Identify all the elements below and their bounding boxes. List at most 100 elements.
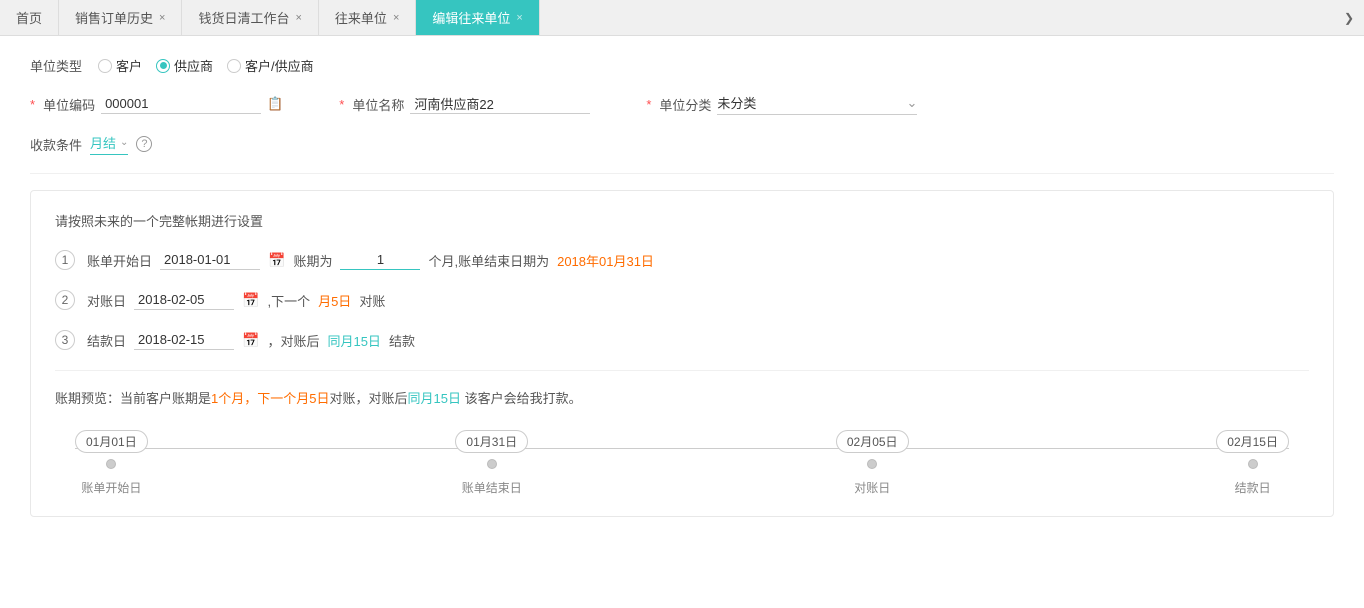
category-dropdown-icon[interactable]: ⌄ [907,95,918,111]
setting-row-3: 3 结款日 📅 ，对账后同月15日 结款 [55,330,1309,350]
preview-mid: 下一个月5日 [257,391,329,406]
radio-customer-circle [98,59,112,73]
card-title: 请按照未来的一个完整帐期进行设置 [55,211,1309,230]
tab-cash-work-close[interactable]: × [295,12,301,24]
timeline-dot-0 [106,459,116,469]
timeline-items: 01月01日 账单开始日 01月31日 账单结束日 02月05日 对账日 02月… [75,430,1289,496]
unit-code-input[interactable] [101,94,261,114]
tab-arrow[interactable]: ❯ [1334,0,1364,35]
timeline-pill-3: 02月15日 [1216,430,1289,453]
tab-edit-partner-label: 编辑往来单位 [432,8,510,27]
tab-edit-partner-close[interactable]: × [516,12,522,24]
tab-home[interactable]: 首页 [0,0,59,35]
tab-cash-work[interactable]: 钱货日清工作台 × [182,0,318,35]
divider [30,173,1334,174]
tab-sales-history-close[interactable]: × [159,12,165,24]
row1-period-input[interactable] [340,250,420,270]
tab-bar: 首页 销售订单历史 × 钱货日清工作台 × 往来单位 × 编辑往来单位 × ❯ [0,0,1364,36]
help-icon[interactable]: ? [136,136,152,152]
timeline-container: 01月01日 账单开始日 01月31日 账单结束日 02月05日 对账日 02月… [55,430,1309,496]
timeline-dot-1 [487,459,497,469]
tab-partner-unit[interactable]: 往来单位 × [319,0,416,35]
unit-code-required: * [30,97,35,112]
radio-supplier-label: 供应商 [174,56,213,75]
timeline-node-0: 01月01日 账单开始日 [75,430,148,496]
preview-text: 账期预览：当前客户账期是1个月，下一个月5日对账，对账后同月15日 该客户会给我… [55,387,1309,410]
unit-type-label: 单位类型 [30,56,82,75]
timeline-pill-0: 01月01日 [75,430,148,453]
row3-suffix-highlight: 同月15日 [327,331,380,350]
row2-label: 对账日 [87,291,126,310]
radio-both-label: 客户/供应商 [245,56,314,75]
card-section: 请按照未来的一个完整帐期进行设置 1 账单开始日 📅 账期为 个月,账单结束日期… [30,190,1334,517]
payment-term-select[interactable]: 月结 ⌄ [90,133,128,155]
radio-supplier-circle [156,59,170,73]
tab-home-label: 首页 [16,8,42,27]
preview-mid2: 对账，对账后 [329,391,407,406]
radio-both[interactable]: 客户/供应商 [227,56,314,75]
radio-supplier[interactable]: 供应商 [156,56,213,75]
timeline-node-3: 02月15日 结款日 [1216,430,1289,496]
row3-suffix-pre: ，对账后 [267,331,319,350]
timeline-label-3: 结款日 [1235,479,1271,496]
preview-label: 账期预览：当前客户账期是 [55,391,211,406]
radio-customer-label: 客户 [116,56,142,75]
unit-name-required: * [339,97,344,112]
row2-calendar-icon[interactable]: 📅 [242,292,259,309]
payment-term-value: 月结 [90,133,116,152]
row2-suffix-post: 对账 [359,291,385,310]
unit-category-required: * [646,97,651,112]
timeline-pill-1: 01月31日 [455,430,528,453]
unit-category-label: 单位分类 [659,95,711,114]
timeline-label-0: 账单开始日 [81,479,141,496]
row1-period-pre: 账期为 [293,251,332,270]
tab-partner-unit-close[interactable]: × [393,12,399,24]
preview-period: 1个月， [211,391,257,406]
payment-term-arrow[interactable]: ⌄ [120,137,128,148]
unit-name-field: * 单位名称 [339,94,590,114]
timeline-dot-2 [867,459,877,469]
unit-category-select[interactable]: 未分类 ⌄ [717,93,917,115]
timeline-label-2: 对账日 [854,479,890,496]
tab-sales-history[interactable]: 销售订单历史 × [59,0,182,35]
tab-edit-partner[interactable]: 编辑往来单位 × [416,0,539,35]
timeline-label-1: 账单结束日 [462,479,522,496]
row2-suffix-highlight: 月5日 [318,291,351,310]
tab-cash-work-label: 钱货日清工作台 [198,8,289,27]
row3-suffix-post: 结款 [389,331,415,350]
copy-icon[interactable]: 📋 [267,96,283,112]
timeline-node-2: 02月05日 对账日 [836,430,909,496]
radio-both-circle [227,59,241,73]
radio-customer[interactable]: 客户 [98,56,142,75]
unit-code-label: 单位编码 [43,95,95,114]
row-content-2: 对账日 📅 ,下一个月5日 对账 [87,290,385,310]
main-content: 单位类型 客户 供应商 客户/供应商 * 单位编码 📋 * [0,36,1364,608]
unit-name-label: 单位名称 [352,95,404,114]
timeline-node-1: 01月31日 账单结束日 [455,430,528,496]
row1-period-end: 2018年01月31日 [557,251,654,270]
tab-partner-unit-label: 往来单位 [335,8,387,27]
row-number-1: 1 [55,250,75,270]
payment-term-label: 收款条件 [30,135,82,154]
row1-calendar-icon[interactable]: 📅 [268,252,285,269]
row-number-2: 2 [55,290,75,310]
row-number-3: 3 [55,330,75,350]
row2-date-input[interactable] [134,290,234,310]
row3-date-input[interactable] [134,330,234,350]
timeline-dot-3 [1248,459,1258,469]
unit-name-input[interactable] [410,94,590,114]
row3-calendar-icon[interactable]: 📅 [242,332,259,349]
timeline-pill-2: 02月05日 [836,430,909,453]
unit-code-field: * 单位编码 📋 [30,94,283,114]
unit-category-value: 未分类 [717,93,902,112]
unit-type-radio-group: 客户 供应商 客户/供应商 [98,56,314,75]
row3-label: 结款日 [87,331,126,350]
unit-type-row: 单位类型 客户 供应商 客户/供应商 [30,56,1334,75]
row1-label: 账单开始日 [87,251,152,270]
row1-date-input[interactable] [160,250,260,270]
setting-row-2: 2 对账日 📅 ,下一个月5日 对账 [55,290,1309,310]
tab-sales-history-label: 销售订单历史 [75,8,153,27]
unit-category-field: * 单位分类 未分类 ⌄ [646,93,917,115]
preview-end: 同月15日 [408,391,461,406]
card-divider [55,370,1309,371]
